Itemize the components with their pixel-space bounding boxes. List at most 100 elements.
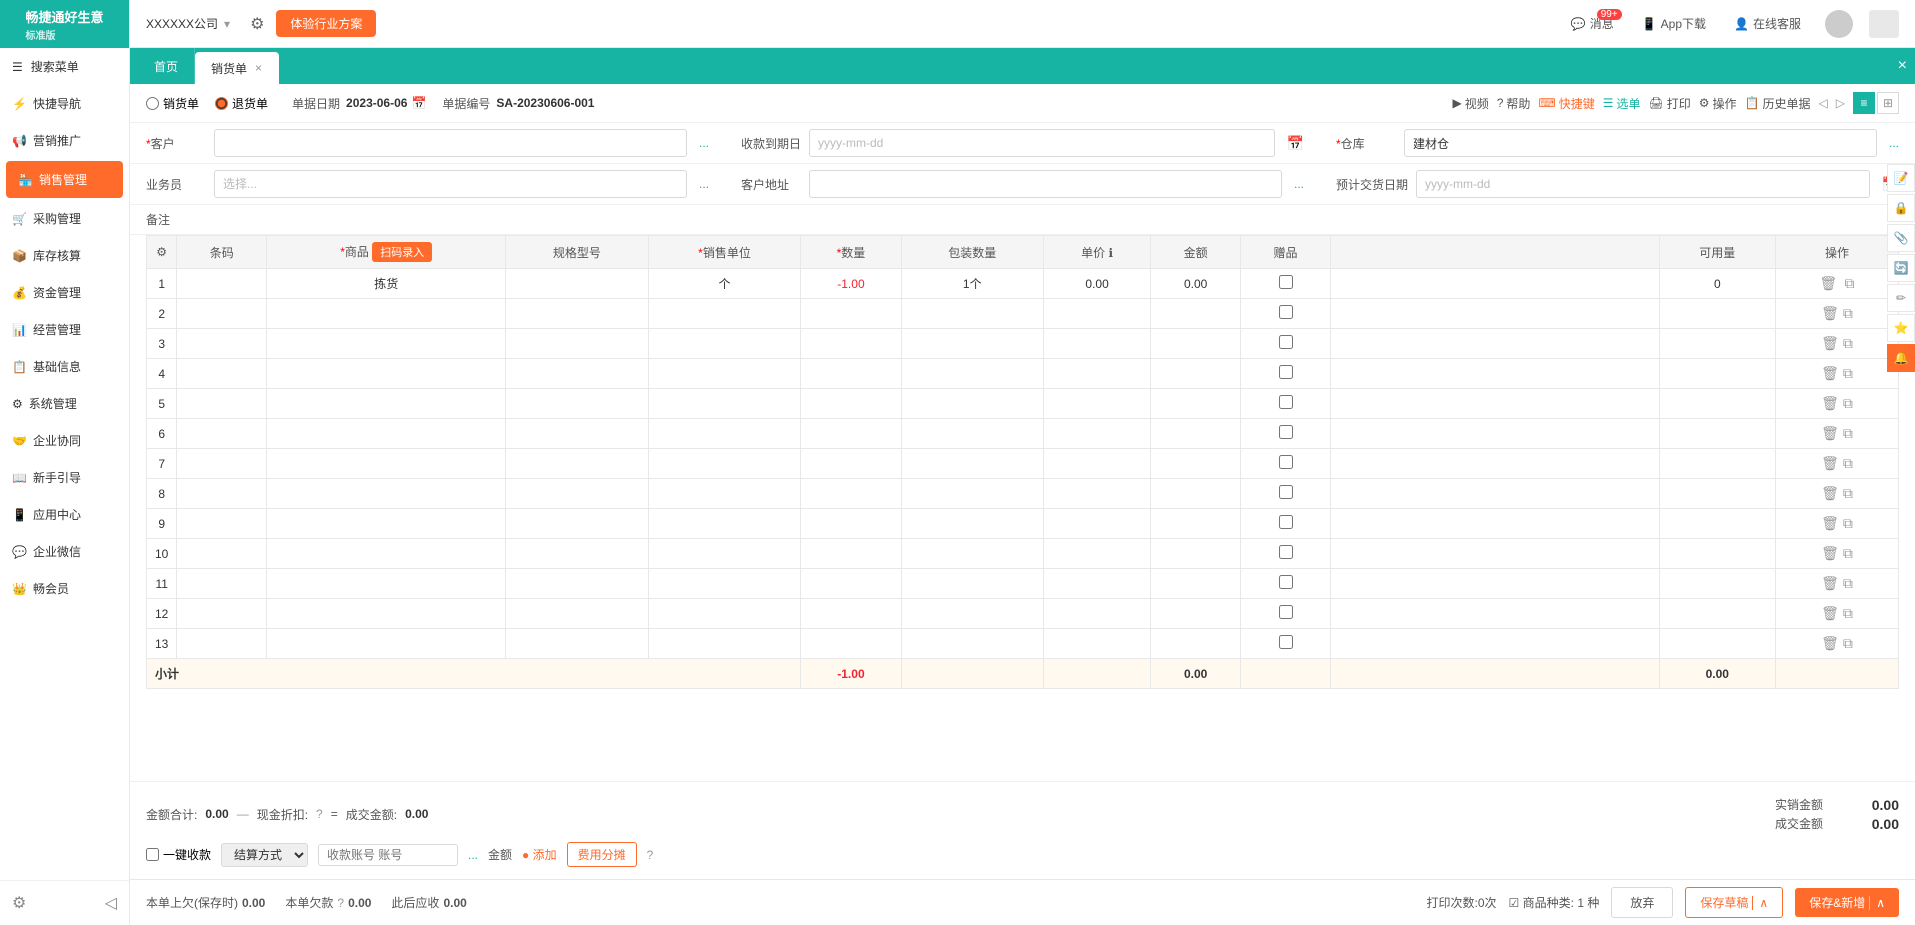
td-price[interactable] (1044, 629, 1151, 659)
td-qty[interactable] (801, 479, 901, 509)
td-gift[interactable] (1241, 509, 1331, 539)
td-pack-qty[interactable] (901, 449, 1043, 479)
row-copy-btn[interactable]: ⧉ (1841, 515, 1855, 532)
customer-input[interactable] (214, 129, 687, 157)
td-price[interactable] (1044, 419, 1151, 449)
td-unit[interactable] (648, 539, 801, 569)
row-delete-btn[interactable]: 🗑 (1819, 605, 1841, 622)
action-help[interactable]: ? 帮助 (1497, 95, 1531, 112)
abandon-btn[interactable]: 放弃 (1611, 887, 1673, 918)
sidebar-item-finance[interactable]: 💰 资金管理 (0, 274, 129, 311)
td-spec[interactable] (506, 539, 648, 569)
td-barcode[interactable] (177, 269, 267, 299)
row-delete-btn[interactable]: 🗑 (1819, 305, 1841, 322)
td-unit[interactable] (648, 299, 801, 329)
td-price[interactable] (1044, 299, 1151, 329)
salesperson-input[interactable] (214, 170, 687, 198)
radio-sales-input[interactable] (146, 97, 159, 110)
td-spec[interactable] (506, 419, 648, 449)
td-barcode[interactable] (177, 539, 267, 569)
td-price[interactable] (1044, 599, 1151, 629)
radio-return-order[interactable]: 退货单 (215, 95, 268, 112)
nav-prev-icon[interactable]: ◁ (1819, 96, 1828, 110)
td-amount[interactable] (1151, 569, 1241, 599)
save-draft-chevron[interactable]: ∧ (1752, 896, 1768, 910)
collection-date-input[interactable] (809, 129, 1275, 157)
td-pack-qty[interactable] (901, 509, 1043, 539)
row-delete-btn[interactable]: 🗑 (1819, 635, 1841, 652)
td-unit[interactable] (648, 629, 801, 659)
row-delete-btn[interactable]: 🗑 (1819, 575, 1841, 592)
expense-help-icon[interactable]: ? (647, 848, 654, 862)
td-gift[interactable] (1241, 479, 1331, 509)
td-product[interactable] (267, 629, 506, 659)
td-product[interactable]: 拣货 (267, 269, 506, 299)
row-delete-btn[interactable]: 🗑 (1817, 275, 1839, 292)
td-pack-qty[interactable] (901, 299, 1043, 329)
td-product[interactable] (267, 329, 506, 359)
one-click-pay-input[interactable] (146, 848, 159, 861)
td-barcode[interactable] (177, 389, 267, 419)
sidebar-item-inventory[interactable]: 📦 库存核算 (0, 237, 129, 274)
td-spec[interactable] (506, 599, 648, 629)
td-unit[interactable] (648, 509, 801, 539)
td-product[interactable] (267, 479, 506, 509)
td-spec[interactable] (506, 479, 648, 509)
help-circle-icon[interactable]: ? (316, 807, 323, 821)
td-pack-qty[interactable]: 1个 (901, 269, 1043, 299)
td-qty[interactable] (801, 419, 901, 449)
td-price[interactable] (1044, 479, 1151, 509)
td-amount[interactable] (1151, 359, 1241, 389)
save-new-chevron[interactable]: ∧ (1869, 896, 1885, 910)
td-spec[interactable] (506, 449, 648, 479)
td-qty[interactable] (801, 329, 901, 359)
td-remark[interactable] (1330, 419, 1659, 449)
td-qty[interactable] (801, 539, 901, 569)
td-gift[interactable] (1241, 419, 1331, 449)
float-btn-6[interactable]: ⭐ (1887, 314, 1915, 342)
row-delete-btn[interactable]: 🗑 (1819, 485, 1841, 502)
td-price[interactable] (1044, 449, 1151, 479)
td-qty[interactable] (801, 599, 901, 629)
td-pack-qty[interactable] (901, 539, 1043, 569)
row-delete-btn[interactable]: 🗑 (1819, 455, 1841, 472)
td-price[interactable] (1044, 569, 1151, 599)
td-qty[interactable] (801, 299, 901, 329)
td-unit[interactable]: 个 (648, 269, 801, 299)
sidebar-settings-btn[interactable]: ⚙ (12, 893, 26, 913)
td-price[interactable] (1044, 329, 1151, 359)
action-print[interactable]: 🖨 打印 (1649, 95, 1691, 112)
row-copy-btn[interactable]: ⧉ (1841, 425, 1855, 442)
td-barcode[interactable] (177, 359, 267, 389)
td-unit[interactable] (648, 599, 801, 629)
td-gift[interactable] (1241, 629, 1331, 659)
td-qty[interactable] (801, 359, 901, 389)
td-qty[interactable] (801, 629, 901, 659)
sidebar-item-operation[interactable]: 📊 经营管理 (0, 311, 129, 348)
td-price[interactable] (1044, 389, 1151, 419)
td-gift[interactable] (1241, 329, 1331, 359)
td-remark[interactable] (1330, 509, 1659, 539)
td-pack-qty[interactable] (901, 359, 1043, 389)
td-barcode[interactable] (177, 449, 267, 479)
td-spec[interactable] (506, 329, 648, 359)
td-remark[interactable] (1330, 629, 1659, 659)
td-unit[interactable] (648, 329, 801, 359)
company-dropdown-icon[interactable]: ▾ (224, 17, 230, 31)
account-input[interactable] (318, 844, 458, 866)
td-pack-qty[interactable] (901, 569, 1043, 599)
td-barcode[interactable] (177, 509, 267, 539)
td-spec[interactable] (506, 269, 648, 299)
td-qty[interactable] (801, 449, 901, 479)
td-barcode[interactable] (177, 329, 267, 359)
float-btn-3[interactable]: 📎 (1887, 224, 1915, 252)
td-gift[interactable] (1241, 359, 1331, 389)
add-row-btn[interactable]: ● 添加 (522, 846, 557, 863)
sidebar-item-search[interactable]: ☰ 搜索菜单 (0, 48, 129, 85)
td-amount[interactable] (1151, 629, 1241, 659)
action-history[interactable]: 📋 历史单据 (1745, 95, 1811, 112)
sidebar-item-collab[interactable]: 🤝 企业协同 (0, 422, 129, 459)
td-gift[interactable] (1241, 389, 1331, 419)
sidebar-item-system[interactable]: ⚙ 系统管理 (0, 385, 129, 422)
td-remark[interactable] (1330, 269, 1659, 299)
